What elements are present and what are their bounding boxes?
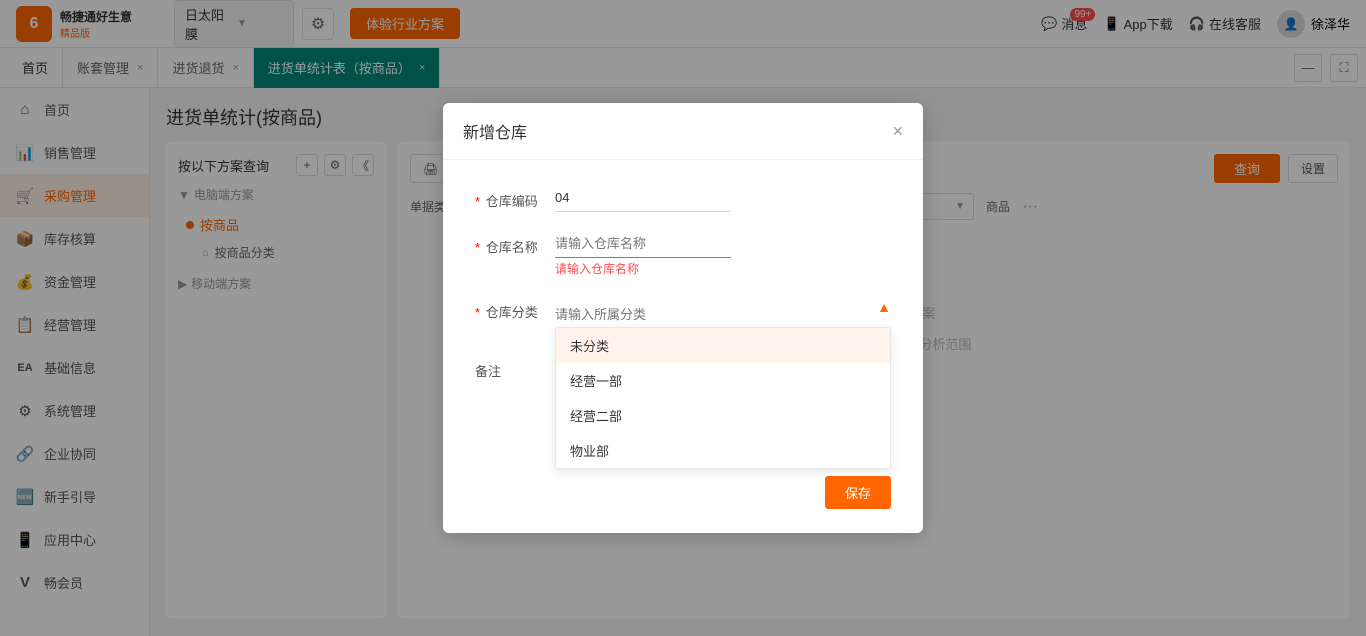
name-label: * 仓库名称 (475, 230, 555, 256)
name-error-message: 请输入仓库名称 (555, 260, 891, 277)
code-field-wrapper (555, 184, 891, 212)
category-label: * 仓库分类 (475, 295, 555, 321)
dialog-body: * 仓库编码 * 仓库名称 请输入仓库名称 (443, 160, 923, 442)
save-button[interactable]: 保存 (825, 476, 891, 509)
category-select-wrapper: ▲ 未分类 经营一部 经营二部 物业部 (555, 295, 891, 336)
modal-overlay[interactable]: 新增仓库 × * 仓库编码 * 仓库名称 (0, 0, 1366, 636)
warehouse-name-input[interactable] (555, 230, 731, 258)
code-label: * 仓库编码 (475, 184, 555, 210)
warehouse-name-row: * 仓库名称 请输入仓库名称 (475, 230, 891, 277)
warehouse-code-row: * 仓库编码 (475, 184, 891, 212)
name-field-wrapper: 请输入仓库名称 (555, 230, 891, 277)
dialog-header: 新增仓库 × (443, 103, 923, 160)
category-search-input[interactable] (555, 301, 891, 329)
warehouse-category-row: * 仓库分类 ▲ 未分类 经营一部 经营二部 物业部 (475, 295, 891, 336)
dropdown-item-dept1[interactable]: 经营一部 (556, 363, 890, 398)
dialog-close-button[interactable]: × (892, 121, 903, 142)
dropdown-item-uncategorized[interactable]: 未分类 (556, 328, 890, 363)
warehouse-code-input[interactable] (555, 184, 731, 212)
note-label: 备注 (475, 354, 555, 380)
dropdown-item-dept2[interactable]: 经营二部 (556, 398, 890, 433)
dialog-title: 新增仓库 (463, 119, 527, 143)
category-arrow-icon[interactable]: ▲ (877, 299, 891, 315)
category-dropdown: 未分类 经营一部 经营二部 物业部 (555, 327, 891, 469)
dialog-footer: 保存 (443, 460, 923, 533)
add-warehouse-dialog: 新增仓库 × * 仓库编码 * 仓库名称 (443, 103, 923, 533)
dropdown-item-dept3[interactable]: 物业部 (556, 433, 890, 468)
